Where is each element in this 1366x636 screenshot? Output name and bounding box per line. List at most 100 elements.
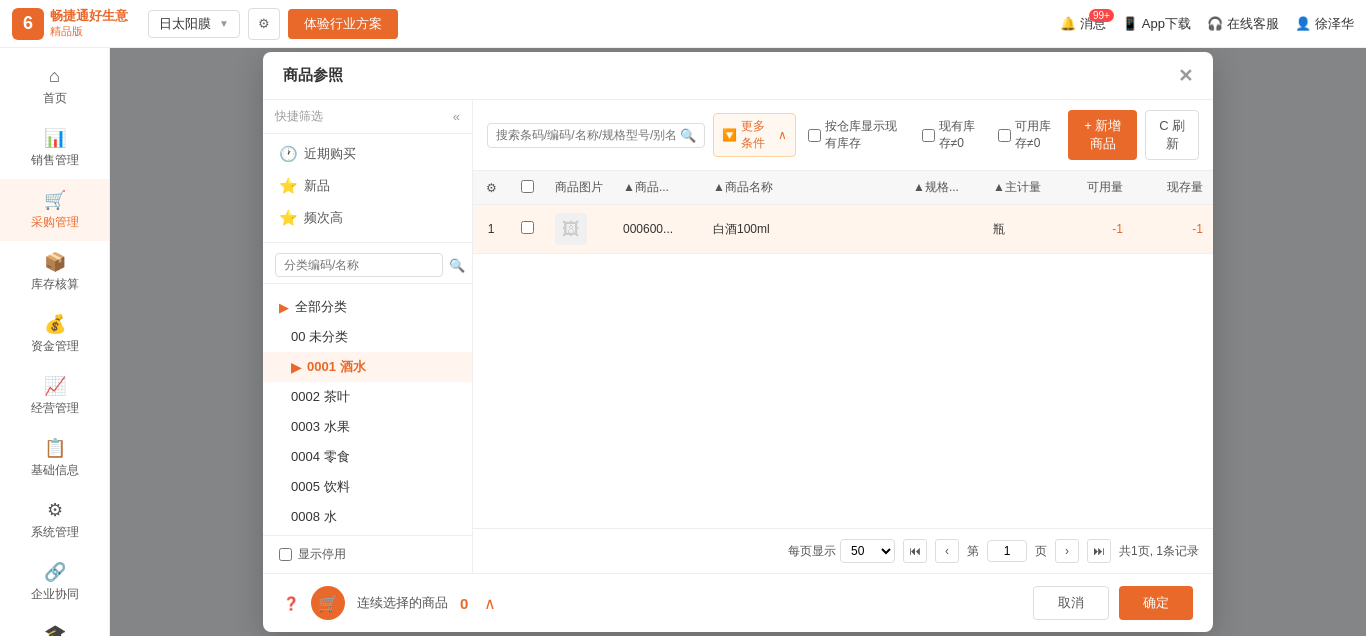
sidebar-label: 企业协同 [31, 586, 79, 603]
tree-item-0004[interactable]: 0004 零食 [263, 442, 472, 472]
finance-icon: 💰 [44, 313, 66, 335]
tree-item-0005[interactable]: 0005 饮料 [263, 472, 472, 502]
col-avail-header[interactable]: 可用量 [1053, 171, 1133, 205]
quick-item-freq[interactable]: ⭐ 频次高 [263, 202, 472, 234]
collapse-icon[interactable]: ∧ [484, 594, 496, 613]
refresh-button[interactable]: C 刷新 [1145, 110, 1199, 160]
row-unit: 瓶 [983, 205, 1053, 254]
col-unit-header[interactable]: ▲主计量 [983, 171, 1053, 205]
col-name-header[interactable]: ▲商品名称 [703, 171, 903, 205]
col-settings[interactable]: ⚙ [473, 171, 509, 205]
sidebar-item-basic-info[interactable]: 📋 基础信息 [0, 427, 109, 489]
content-area: 商品参照 ✕ 快捷筛选 « 🕐 近期购买 [110, 48, 1366, 636]
row-code: 000600... [613, 205, 703, 254]
show-disabled-checkbox[interactable] [279, 548, 292, 561]
col-code-header[interactable]: ▲商品... [613, 171, 703, 205]
avatar: 👤 [1295, 16, 1311, 31]
nav-service[interactable]: 🎧 在线客服 [1207, 15, 1279, 33]
tree-active-arrow-icon: ▶ [291, 360, 301, 375]
sidebar-item-sales[interactable]: 📊 销售管理 [0, 117, 109, 179]
product-search-input[interactable] [496, 128, 676, 142]
tree-item-0003[interactable]: 0003 水果 [263, 412, 472, 442]
gear-button[interactable]: ⚙ [248, 8, 280, 40]
left-panel: 快捷筛选 « 🕐 近期购买 ⭐ 新品 [263, 100, 473, 573]
sidebar-item-finance[interactable]: 💰 资金管理 [0, 303, 109, 365]
warehouse-checkbox[interactable] [808, 129, 821, 142]
col-spec-header[interactable]: ▲规格... [903, 171, 983, 205]
prev-page-button[interactable]: ‹ [935, 539, 959, 563]
page-size-select: 每页显示 50 100 [788, 539, 895, 563]
row-num: 1 [473, 205, 509, 254]
search-icon[interactable]: 🔍 [449, 258, 465, 273]
category-tree: ▶ 全部分类 00 未分类 ▶ 0001 酒水 0002 茶 [263, 284, 472, 535]
sidebar-item-enterprise[interactable]: 🔗 企业协同 [0, 551, 109, 613]
logo-area: 6 畅捷通好生意 精品版 [12, 8, 128, 40]
bell-icon: 🔔 [1060, 16, 1076, 31]
per-page-select[interactable]: 50 100 [840, 539, 895, 563]
left-panel-header: 快捷筛选 « [263, 100, 472, 134]
sidebar-item-home[interactable]: ⌂ 首页 [0, 56, 109, 117]
sidebar-item-operations[interactable]: 📈 经营管理 [0, 365, 109, 427]
settings-icon[interactable]: ⚙ [486, 181, 497, 195]
tree-item-0002[interactable]: 0002 茶叶 [263, 382, 472, 412]
nav-user[interactable]: 👤 徐泽华 [1295, 15, 1354, 33]
search-icon[interactable]: 🔍 [680, 128, 696, 143]
first-page-button[interactable]: ⏮ [903, 539, 927, 563]
page-number-input[interactable] [987, 540, 1027, 562]
cancel-button[interactable]: 取消 [1033, 586, 1109, 620]
confirm-button[interactable]: 确定 [1119, 586, 1193, 620]
table-row[interactable]: 1 🖼 000600... [473, 205, 1213, 254]
logo-text: 畅捷通好生意 [50, 8, 128, 25]
sidebar-label: 经营管理 [31, 400, 79, 417]
collapse-left-icon[interactable]: « [453, 109, 460, 124]
message-badge: 99+ [1089, 9, 1114, 22]
stock-ne-check-label: 现有库存≠0 [922, 118, 984, 152]
category-search-input[interactable] [275, 253, 443, 277]
col-check [509, 171, 545, 205]
inventory-icon: 📦 [44, 251, 66, 273]
nav-dropdown[interactable]: 日太阳膜 ▼ [148, 10, 240, 38]
quick-item-new[interactable]: ⭐ 新品 [263, 170, 472, 202]
enterprise-icon: 🔗 [44, 561, 66, 583]
select-all-checkbox[interactable] [521, 180, 534, 193]
modal-close-button[interactable]: ✕ [1178, 67, 1193, 85]
main-layout: ⌂ 首页 📊 销售管理 🛒 采购管理 📦 库存核算 💰 资金管理 📈 经营管理 … [0, 48, 1366, 636]
divider [263, 242, 472, 243]
tree-item-all[interactable]: ▶ 全部分类 [263, 292, 472, 322]
row-check[interactable] [509, 205, 545, 254]
category-search-row: 🔍 [263, 247, 472, 284]
home-icon: ⌂ [49, 66, 60, 87]
table-body: 1 🖼 000600... [473, 205, 1213, 254]
sidebar-item-purchase[interactable]: 🛒 采购管理 [0, 179, 109, 241]
tree-item-0008[interactable]: 0008 水 [263, 502, 472, 532]
row-checkbox[interactable] [521, 221, 534, 234]
row-name: 白酒100ml [703, 205, 903, 254]
col-image-header: 商品图片 [545, 171, 613, 205]
col-stock-header[interactable]: 现存量 [1133, 171, 1213, 205]
stock-ne-checkbox[interactable] [922, 129, 935, 142]
pagination: 每页显示 50 100 ⏮ ‹ 第 页 › [473, 528, 1213, 573]
tree-item-00[interactable]: 00 未分类 [263, 322, 472, 352]
sidebar-item-system[interactable]: ⚙ 系统管理 [0, 489, 109, 551]
quick-item-recent[interactable]: 🕐 近期购买 [263, 138, 472, 170]
sidebar-label: 基础信息 [31, 462, 79, 479]
operations-icon: 📈 [44, 375, 66, 397]
last-page-button[interactable]: ⏭ [1087, 539, 1111, 563]
avail-ne-checkbox[interactable] [998, 129, 1011, 142]
sidebar-item-guide[interactable]: 🎓 新手引导 [0, 613, 109, 636]
sidebar-item-inventory[interactable]: 📦 库存核算 [0, 241, 109, 303]
more-filter-button[interactable]: 🔽 更多条件 ∧ [713, 113, 796, 157]
table-head: ⚙ 商品图片 [473, 171, 1213, 205]
nav-app-download[interactable]: 📱 App下载 [1122, 15, 1191, 33]
try-button[interactable]: 体验行业方案 [288, 9, 398, 39]
next-page-button[interactable]: › [1055, 539, 1079, 563]
add-product-button[interactable]: + 新增商品 [1068, 110, 1137, 160]
help-icon[interactable]: ❓ [283, 596, 299, 611]
avail-ne-check-label: 可用库存≠0 [998, 118, 1060, 152]
tree-item-0001[interactable]: ▶ 0001 酒水 [263, 352, 472, 382]
cart-button[interactable]: 🛒 [311, 586, 345, 620]
nav-message[interactable]: 🔔 消息 99+ [1060, 15, 1106, 33]
toolbar-right-buttons: + 新增商品 C 刷新 [1068, 110, 1199, 160]
right-panel: 🔍 🔽 更多条件 ∧ 按仓库显示现有库存 [473, 100, 1213, 573]
recent-icon: 🕐 [279, 145, 298, 163]
